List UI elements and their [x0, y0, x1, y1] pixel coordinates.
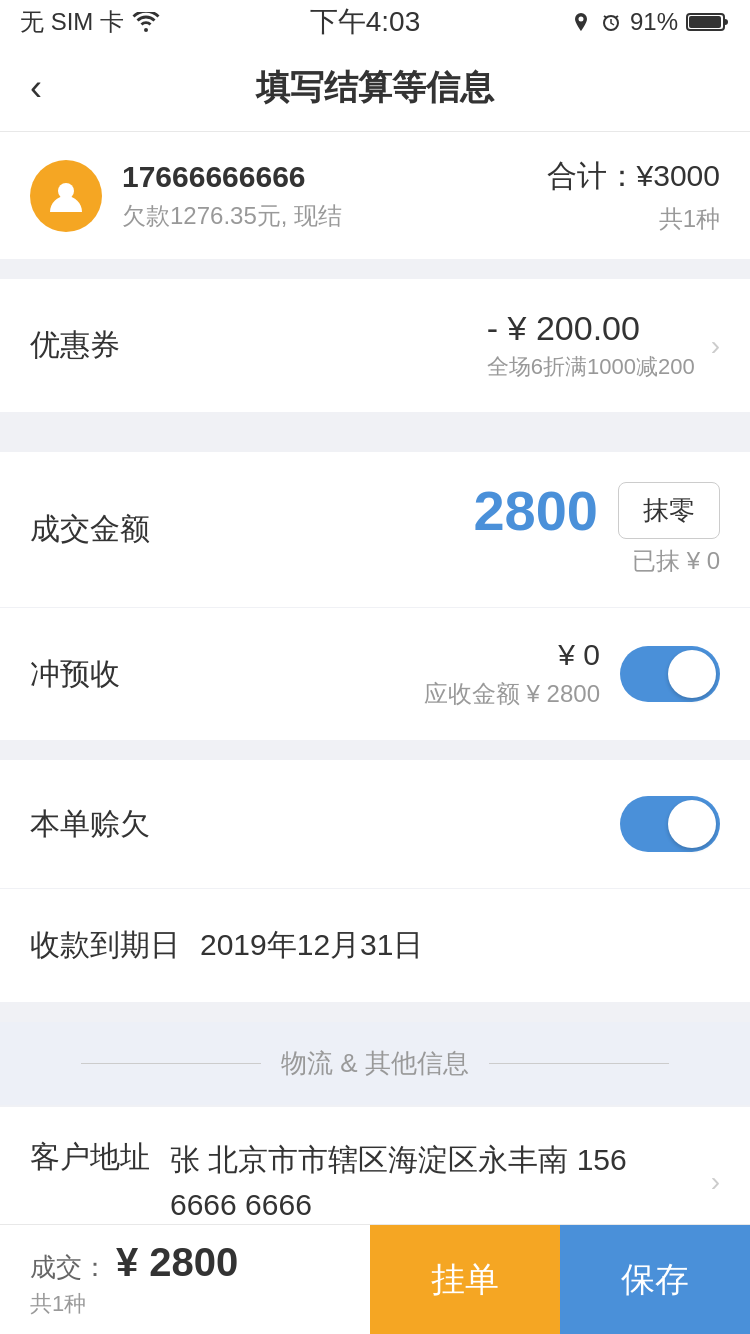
nav-bar: ‹ 填写结算等信息 [0, 44, 750, 132]
footer-deal-amount: ¥ 2800 [116, 1240, 238, 1285]
customer-debt: 欠款1276.35元, 现结 [122, 200, 342, 232]
address-chevron-icon: › [711, 1166, 720, 1198]
debit-label: 本单赊欠 [30, 804, 150, 845]
footer-deal-count: 共1种 [30, 1289, 340, 1319]
chongyu-amount: ¥ 0 [424, 638, 600, 672]
logistics-line-left [81, 1063, 261, 1064]
payment-due-row: 收款到期日 2019年12月31日 [0, 889, 750, 1002]
chongyu-amount-col: ¥ 0 应收金额 ¥ 2800 [424, 638, 600, 710]
footer-deal-row: 成交： ¥ 2800 [30, 1240, 340, 1285]
round-button[interactable]: 抹零 [618, 482, 720, 539]
customer-left: 17666666666 欠款1276.35元, 现结 [30, 160, 342, 232]
address-value: 张 北京市市辖区海淀区永丰南 156 6666 6666 [170, 1137, 701, 1227]
back-button[interactable]: ‹ [30, 67, 90, 109]
footer-info: 成交： ¥ 2800 共1种 [0, 1225, 370, 1334]
coupon-discount: - ¥ 200.00 [487, 309, 695, 348]
avatar [30, 160, 102, 232]
transaction-row: 成交金额 2800 抹零 已抹 ¥ 0 [0, 452, 750, 608]
logistics-label: 物流 & 其他信息 [281, 1046, 469, 1081]
status-right: 91% [570, 8, 730, 36]
transaction-amount-row: 2800 抹零 [473, 482, 720, 539]
coupon-row[interactable]: 优惠券 - ¥ 200.00 全场6折满1000减200 › [0, 279, 750, 412]
coupon-description: 全场6折满1000减200 [487, 352, 695, 382]
pending-button[interactable]: 挂单 [370, 1225, 560, 1334]
chongyu-right: ¥ 0 应收金额 ¥ 2800 [424, 638, 720, 710]
logistics-line-right [489, 1063, 669, 1064]
location-icon [570, 11, 592, 33]
total-count: 共1种 [547, 203, 720, 235]
svg-rect-2 [689, 16, 721, 28]
transaction-right: 2800 抹零 已抹 ¥ 0 [473, 482, 720, 577]
page-title: 填写结算等信息 [256, 65, 494, 111]
transaction-amount: 2800 [473, 483, 598, 539]
payment-due-label: 收款到期日 [30, 925, 180, 966]
alarm-icon [600, 11, 622, 33]
footer-deal-label: 成交： [30, 1250, 108, 1285]
save-button[interactable]: 保存 [560, 1225, 750, 1334]
logistics-divider: 物流 & 其他信息 [0, 1022, 750, 1105]
chongyu-label: 冲预收 [30, 654, 120, 695]
section-divider-1 [0, 432, 750, 452]
chongyu-toggle[interactable] [620, 646, 720, 702]
total-amount: 合计：¥3000 [547, 156, 720, 197]
customer-info: 17666666666 欠款1276.35元, 现结 [122, 160, 342, 232]
customer-card: 17666666666 欠款1276.35元, 现结 合计：¥3000 共1种 [0, 132, 750, 259]
payment-due-value: 2019年12月31日 [200, 925, 423, 966]
chevron-right-icon: › [711, 330, 720, 362]
status-time: 下午4:03 [310, 3, 421, 41]
form-section-1: 成交金额 2800 抹零 已抹 ¥ 0 冲预收 ¥ 0 应收金额 ¥ 2800 [0, 452, 750, 740]
status-bar: 无 SIM 卡 下午4:03 91% [0, 0, 750, 44]
chongyu-sub: 应收金额 ¥ 2800 [424, 678, 600, 710]
footer: 成交： ¥ 2800 共1种 挂单 保存 [0, 1224, 750, 1334]
chongyu-row: 冲预收 ¥ 0 应收金额 ¥ 2800 [0, 608, 750, 740]
user-icon [46, 176, 86, 216]
transaction-sub: 已抹 ¥ 0 [473, 545, 720, 577]
address-label: 客户地址 [30, 1137, 170, 1178]
sim-label: 无 SIM 卡 [20, 6, 124, 38]
wifi-icon [132, 12, 160, 32]
customer-right: 合计：¥3000 共1种 [547, 156, 720, 235]
battery-label: 91% [630, 8, 678, 36]
main-content: 17666666666 欠款1276.35元, 现结 合计：¥3000 共1种 … [0, 132, 750, 1334]
debit-toggle[interactable] [620, 796, 720, 852]
coupon-right: - ¥ 200.00 全场6折满1000减200 › [487, 309, 720, 382]
customer-phone: 17666666666 [122, 160, 342, 194]
debit-row: 本单赊欠 [0, 760, 750, 889]
coupon-right-col: - ¥ 200.00 全场6折满1000减200 [487, 309, 695, 382]
battery-icon [686, 11, 730, 33]
coupon-label: 优惠券 [30, 325, 120, 366]
status-left: 无 SIM 卡 [20, 6, 160, 38]
transaction-label: 成交金额 [30, 509, 150, 550]
section-divider-2 [0, 740, 750, 760]
